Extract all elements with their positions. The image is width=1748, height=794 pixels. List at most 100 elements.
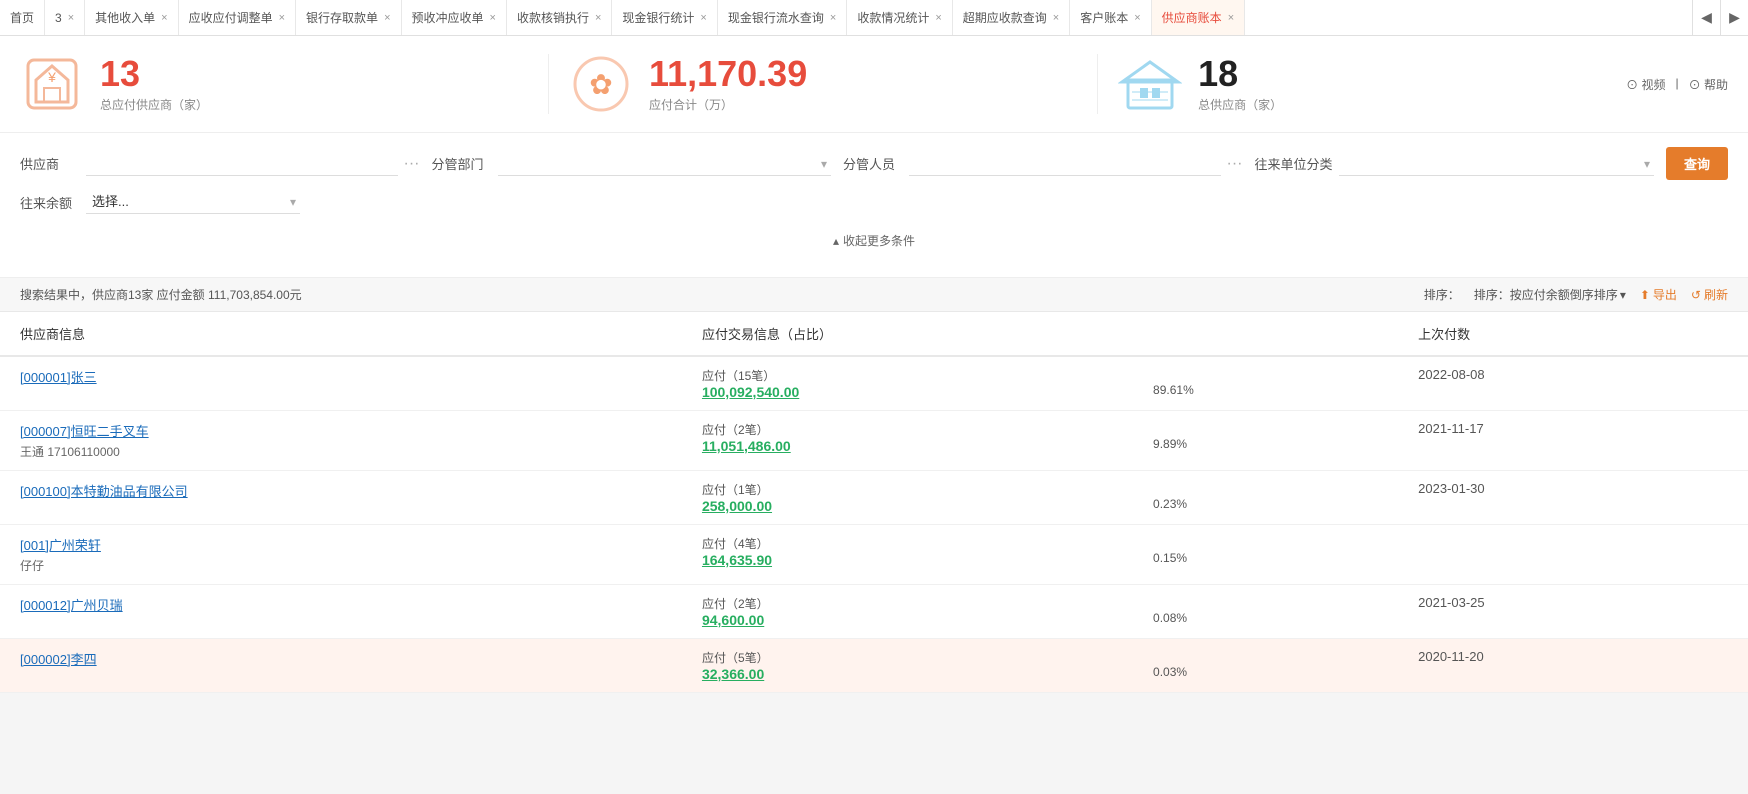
export-button[interactable]: ⬆ 导出 — [1640, 286, 1677, 303]
supplier-link-5[interactable]: [000002]李四 — [20, 652, 97, 667]
nav-tab-cash-bank-stat[interactable]: 现金银行统计× — [612, 0, 717, 35]
card-3-label: 总供应商（家） — [1198, 96, 1282, 113]
tab-close-payment-stat[interactable]: × — [935, 12, 941, 24]
payable-amount-1[interactable]: 11,051,486.00 — [702, 438, 1113, 454]
supplier-cell-0: [000001]张三 — [0, 356, 682, 411]
payable-amount-0[interactable]: 100,092,540.00 — [702, 384, 1113, 400]
last-pay-cell-1: 2021-11-17 — [1398, 411, 1748, 471]
nav-tab-overdue-ar[interactable]: 超期应收款查询× — [953, 0, 1070, 35]
nav-tab-cash-bank-flow[interactable]: 现金银行流水查询× — [718, 0, 847, 35]
nav-tab-other-income[interactable]: 其他收入单× — [85, 0, 178, 35]
results-right-actions: 排序： 排序：按应付余额倒序排序 ▾ ⬆ 导出 ↺ 刷新 — [1424, 286, 1728, 303]
filter-area: 供应商 ··· 分管部门 ▾ 分管人员 ··· 往来单位分类 — [0, 133, 1748, 278]
supplier-dots[interactable]: ··· — [404, 155, 420, 173]
table-header: 供应商信息 应付交易信息（占比） 上次付数 — [0, 312, 1748, 356]
payable-amount-5[interactable]: 32,366.00 — [702, 666, 1113, 682]
supplier-sub-3: 仔仔 — [20, 557, 662, 574]
collapse-button[interactable]: ▴ 收起更多条件 — [817, 226, 931, 255]
tab-close-prepay-ar[interactable]: × — [490, 12, 496, 24]
payable-count-4: 应付（2笔） — [702, 595, 1113, 612]
balance-label: 往来余额 — [20, 193, 80, 212]
table-row: [000100]本特勤油品有限公司应付（1笔）258,000.000.23%20… — [0, 471, 1748, 525]
tab-close-overdue-ar[interactable]: × — [1053, 12, 1059, 24]
nav-tab-tab3[interactable]: 3× — [45, 0, 85, 35]
filter-category: 往来单位分类 ▾ — [1255, 152, 1655, 176]
payable-pct-cell-5: 0.03% — [1133, 639, 1398, 693]
filter-dept: 分管部门 ▾ — [432, 152, 832, 176]
person-dots[interactable]: ··· — [1227, 155, 1243, 173]
table-row: [001]广州荣轩仔仔应付（4笔）164,635.900.15% — [0, 525, 1748, 585]
supplier-link-3[interactable]: [001]广州荣轩 — [20, 538, 101, 553]
nav-tab-bank-deposit[interactable]: 银行存取款单× — [296, 0, 401, 35]
payable-cell-3: 应付（4笔）164,635.90 — [682, 525, 1133, 585]
nav-tab-ar-ap-adjust[interactable]: 应收应付调整单× — [179, 0, 296, 35]
supplier-cell-1: [000007]恒旺二手叉车王通 17106110000 — [0, 411, 682, 471]
nav-tab-payment-stat[interactable]: 收款情况统计× — [847, 0, 952, 35]
payable-pct-cell-1: 9.89% — [1133, 411, 1398, 471]
table-row: [000001]张三应付（15笔）100,092,540.0089.61%202… — [0, 356, 1748, 411]
query-button[interactable]: 查询 — [1666, 147, 1728, 180]
tab-close-payment-verify[interactable]: × — [595, 12, 601, 24]
filter-row-1: 供应商 ··· 分管部门 ▾ 分管人员 ··· 往来单位分类 — [20, 147, 1728, 180]
person-input[interactable] — [909, 152, 1221, 176]
payable-amount-3[interactable]: 164,635.90 — [702, 552, 1113, 568]
payable-pct-cell-2: 0.23% — [1133, 471, 1398, 525]
table-row: [000002]李四应付（5笔）32,366.000.03%2020-11-20 — [0, 639, 1748, 693]
filter-row-2: 往来余额 选择... ▾ — [20, 190, 1728, 214]
dept-select[interactable] — [498, 152, 832, 176]
supplier-cell-3: [001]广州荣轩仔仔 — [0, 525, 682, 585]
tab-close-cash-bank-flow[interactable]: × — [830, 12, 836, 24]
last-pay-cell-5: 2020-11-20 — [1398, 639, 1748, 693]
video-link[interactable]: ⊙ 视频 — [1626, 76, 1665, 93]
tab-close-cash-bank-stat[interactable]: × — [700, 12, 706, 24]
help-link[interactable]: ⊙ 帮助 — [1689, 76, 1728, 93]
collapse-bar: ▴ 收起更多条件 — [20, 224, 1728, 263]
dept-select-wrapper: ▾ — [498, 152, 832, 176]
supplier-input[interactable] — [86, 152, 398, 176]
supplier-link-2[interactable]: [000100]本特勤油品有限公司 — [20, 484, 188, 499]
nav-tab-payment-verify[interactable]: 收款核销执行× — [507, 0, 612, 35]
table-header-row: 供应商信息 应付交易信息（占比） 上次付数 — [0, 312, 1748, 356]
card-3-info: 18 总供应商（家） — [1198, 56, 1282, 113]
nav-tab-prepay-ar[interactable]: 预收冲应收单× — [402, 0, 507, 35]
summary-card-1: ¥ 13 总应付供应商（家） — [20, 52, 528, 116]
help-links: ⊙ 视频 | ⊙ 帮助 — [1626, 76, 1728, 93]
nav-tab-customer-ledger[interactable]: 客户账本× — [1070, 0, 1151, 35]
payable-count-0: 应付（15笔） — [702, 367, 1113, 384]
collapse-chevron-icon: ▴ — [833, 234, 839, 248]
sort-chevron-icon: ▾ — [1620, 288, 1626, 302]
last-pay-cell-3 — [1398, 525, 1748, 585]
tab-close-customer-ledger[interactable]: × — [1134, 12, 1140, 24]
payable-cell-0: 应付（15笔）100,092,540.00 — [682, 356, 1133, 411]
tab-close-other-income[interactable]: × — [161, 12, 167, 24]
card-2-number: 11,170.39 — [649, 56, 807, 92]
nav-arrow-right[interactable]: ▶ — [1720, 0, 1748, 36]
supplier-link-0[interactable]: [000001]张三 — [20, 370, 97, 385]
table-container: 供应商信息 应付交易信息（占比） 上次付数 [000001]张三应付（15笔）1… — [0, 312, 1748, 693]
supplier-link-1[interactable]: [000007]恒旺二手叉车 — [20, 424, 149, 439]
th-supplier: 供应商信息 — [0, 312, 682, 356]
balance-select[interactable]: 选择... — [86, 190, 300, 214]
refresh-button[interactable]: ↺ 刷新 — [1691, 286, 1728, 303]
tab-close-supplier-ledger[interactable]: × — [1228, 12, 1234, 24]
card-3-number: 18 — [1198, 56, 1282, 92]
tab-close-ar-ap-adjust[interactable]: × — [279, 12, 285, 24]
tab-close-tab3[interactable]: × — [68, 12, 74, 24]
nav-tab-supplier-ledger[interactable]: 供应商账本× — [1152, 0, 1245, 35]
sort-button[interactable]: 排序：按应付余额倒序排序 ▾ — [1474, 286, 1626, 303]
payable-pct-cell-3: 0.15% — [1133, 525, 1398, 585]
supplier-link-4[interactable]: [000012]广州贝瑞 — [20, 598, 123, 613]
payable-amount-2[interactable]: 258,000.00 — [702, 498, 1113, 514]
category-select[interactable] — [1339, 152, 1654, 176]
dept-label: 分管部门 — [432, 154, 492, 173]
supplier-cell-4: [000012]广州贝瑞 — [0, 585, 682, 639]
top-nav: 首页3×其他收入单×应收应付调整单×银行存取款单×预收冲应收单×收款核销执行×现… — [0, 0, 1748, 36]
payable-cell-2: 应付（1笔）258,000.00 — [682, 471, 1133, 525]
nav-arrow-left[interactable]: ◀ — [1692, 0, 1720, 36]
nav-tab-home[interactable]: 首页 — [0, 0, 45, 35]
supplier-cell-5: [000002]李四 — [0, 639, 682, 693]
filter-balance: 往来余额 选择... ▾ — [20, 190, 300, 214]
tab-close-bank-deposit[interactable]: × — [384, 12, 390, 24]
payable-amount-4[interactable]: 94,600.00 — [702, 612, 1113, 628]
filter-person: 分管人员 ··· — [843, 152, 1243, 176]
